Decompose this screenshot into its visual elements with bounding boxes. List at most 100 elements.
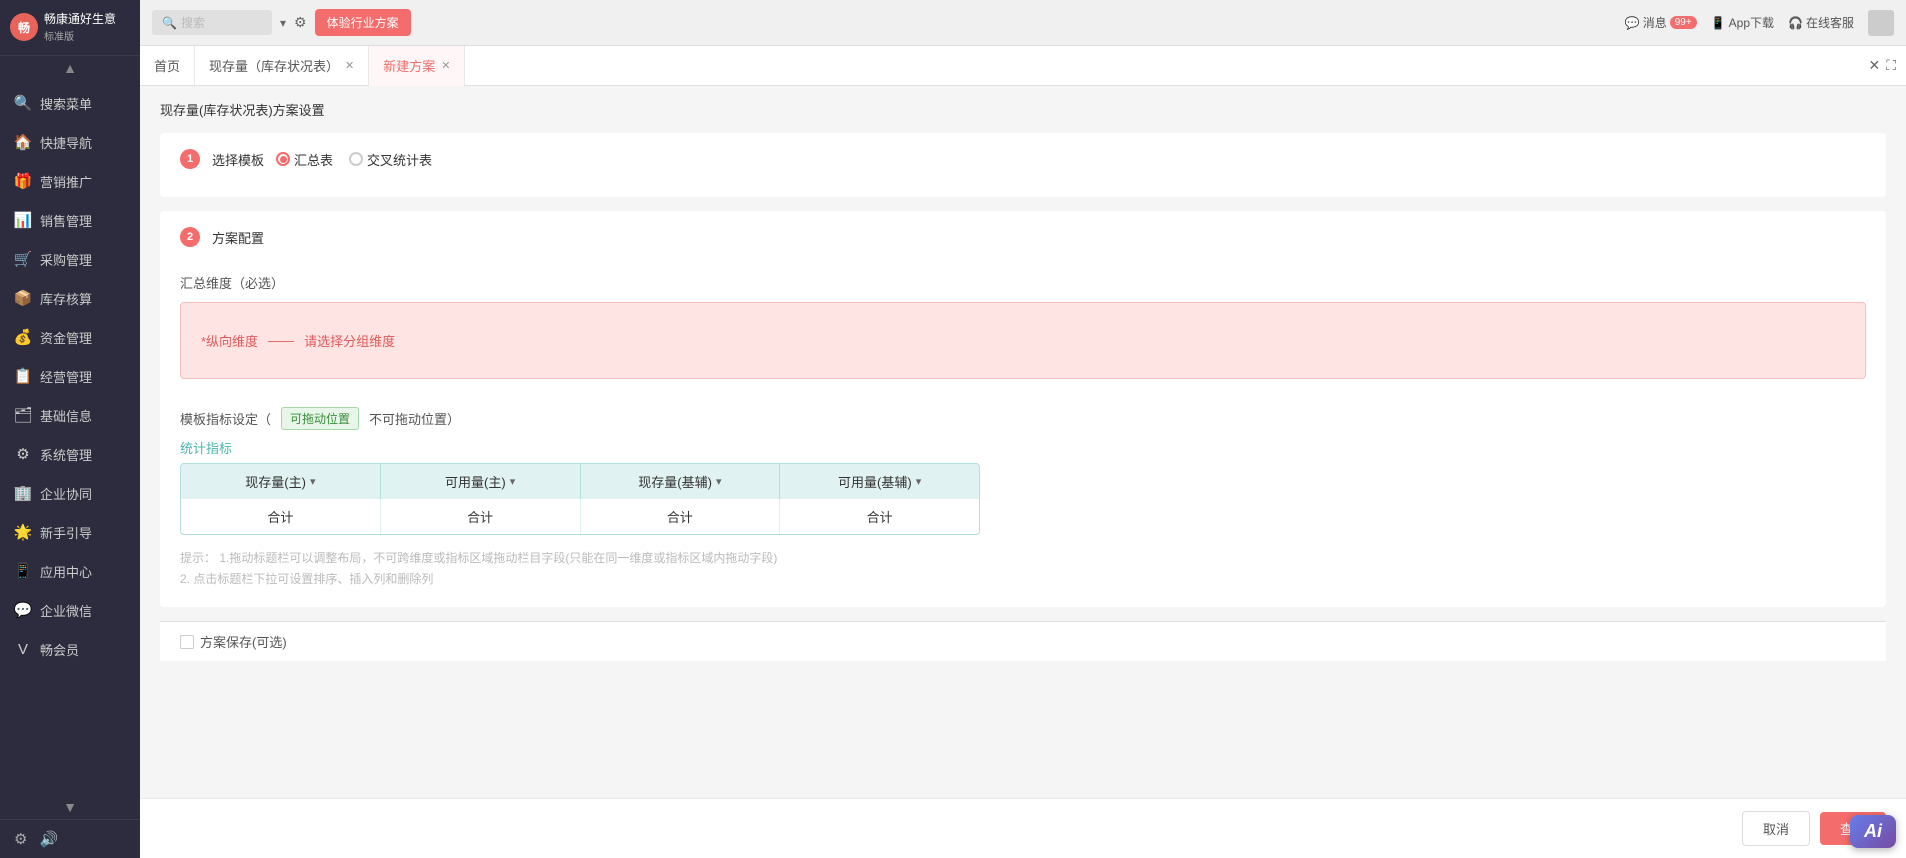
logo-icon: 畅 <box>10 13 38 41</box>
sidebar-item-operations[interactable]: 📋经营管理 <box>0 357 140 396</box>
sidebar-nav: 🔍 搜索菜单 🏠快捷导航 🎁 营销推广 📊销售管理🛒采购管理📦库存核算💰资金管理📋经营管理… <box>0 80 140 795</box>
topbar-gear-icon[interactable]: ⚙ <box>294 14 307 31</box>
step1-badge: 1 <box>180 149 200 169</box>
sidebar-item-app-center[interactable]: 📱应用中心 <box>0 552 140 591</box>
radio-crosstab[interactable]: 交叉统计表 <box>349 150 432 169</box>
col-chevron-h3[interactable]: ▾ <box>716 475 722 488</box>
user-avatar[interactable] <box>1868 10 1894 36</box>
tab-inventory-status[interactable]: 现存量（库存状况表） ✕ <box>195 46 369 86</box>
stats-cell-0-1: 合计 <box>381 499 581 534</box>
tab-new-plan[interactable]: 新建方案 ✕ <box>369 46 465 86</box>
tabs-bar: 首页 现存量（库存状况表） ✕ 新建方案 ✕ ✕ ⛶ <box>140 46 1906 86</box>
step2-row: 2 方案配置 <box>180 227 1866 247</box>
checkbox-box[interactable] <box>180 635 194 649</box>
sidebar-label-search-menu: 搜索菜单 <box>40 94 92 113</box>
sidebar-icon-system-mgmt: ⚙ <box>14 445 32 463</box>
stats-col-label-h4: 可用量(基辅) <box>838 472 912 491</box>
sidebar-item-enterprise[interactable]: 🏢企业协同 <box>0 474 140 513</box>
tab-expand-icon[interactable]: ⛶ <box>1886 57 1896 74</box>
tab-close-new-plan[interactable]: ✕ <box>441 59 450 72</box>
sidebar-bottom: ⚙ 🔊 <box>0 819 140 858</box>
sidebar-item-vip[interactable]: V 畅会员 <box>0 630 140 669</box>
sidebar-scroll-down[interactable]: ▼ <box>0 795 140 819</box>
topbar-search[interactable]: 🔍 搜索 <box>152 10 272 35</box>
sidebar-item-wechat[interactable]: 💬企业微信 <box>0 591 140 630</box>
sidebar-label-marketing: 营销推广 <box>40 172 92 191</box>
sidebar-label-vip: 畅会员 <box>40 640 79 659</box>
sidebar-item-basic-info[interactable]: 🗂基础信息 <box>0 396 140 435</box>
tab-label-new-plan: 新建方案 <box>383 56 435 75</box>
sidebar-logo: 畅 畅康通好生意 标准版 <box>0 0 140 56</box>
stats-col-label-h2: 可用量(主) <box>445 472 506 491</box>
messages-badge: 99+ <box>1670 16 1697 29</box>
topbar-right: 💬 消息 99+ 📱 App下载 🎧 在线客服 <box>1625 10 1894 36</box>
sidebar-item-quick-nav[interactable]: 🏠快捷导航 <box>0 123 140 162</box>
metrics-config: 模板指标设定（ 可拖动位置 不可拖动位置） 统计指标 现存量(主) ▾ 可用量(… <box>180 407 1866 587</box>
sidebar-item-sales-mgmt[interactable]: 📊销售管理 <box>0 201 140 240</box>
settings-icon[interactable]: ⚙ <box>14 830 27 848</box>
stats-col-label-h3: 现存量(基辅) <box>638 472 712 491</box>
sidebar-label-sales-mgmt: 销售管理 <box>40 211 92 230</box>
sidebar-icon-vip: V <box>14 640 32 658</box>
col-chevron-h2[interactable]: ▾ <box>510 475 516 488</box>
draggable-tag: 可拖动位置 <box>281 407 359 430</box>
tip2: 2. 点击标题栏下拉可设置排序、插入列和删除列 <box>180 570 1866 587</box>
footer-bar: 方案保存(可选) <box>160 621 1886 661</box>
stats-col-h2[interactable]: 可用量(主) ▾ <box>381 464 581 499</box>
sidebar-icon-search-menu: 🔍 <box>14 94 32 112</box>
tab-close-inventory-status[interactable]: ✕ <box>345 59 354 72</box>
sidebar-item-marketing[interactable]: 🎁 营销推广 <box>0 162 140 201</box>
trial-btn[interactable]: 体验行业方案 <box>315 9 411 36</box>
action-bar: 取消 查询 <box>140 798 1906 858</box>
sidebar-label-app-center: 应用中心 <box>40 562 92 581</box>
sidebar-item-system-mgmt[interactable]: ⚙系统管理 <box>0 435 140 474</box>
sidebar-icon-basic-info: 🗂 <box>14 406 32 424</box>
radio-label-summary: 汇总表 <box>294 150 333 169</box>
sidebar-label-inventory: 库存核算 <box>40 289 92 308</box>
ai-badge[interactable]: Ai <box>1850 815 1896 848</box>
step1-label: 选择模板 <box>212 150 264 169</box>
tab-label-inventory-status: 现存量（库存状况表） <box>209 56 339 75</box>
sidebar-item-inventory[interactable]: 📦库存核算 <box>0 279 140 318</box>
col-chevron-h1[interactable]: ▾ <box>310 475 316 488</box>
stats-cell-0-2: 合计 <box>581 499 781 534</box>
app-download-item[interactable]: 📱 App下载 <box>1711 14 1774 31</box>
step2-label: 方案配置 <box>212 228 264 247</box>
stats-table-header: 现存量(主) ▾ 可用量(主) ▾ 现存量(基辅) ▾ 可用量(基辅) ▾ <box>181 464 979 499</box>
sidebar-label-operations: 经营管理 <box>40 367 92 386</box>
tab-label-home: 首页 <box>154 56 180 75</box>
sidebar-item-purchase-mgmt[interactable]: 🛒采购管理 <box>0 240 140 279</box>
dim-placeholder: 请选择分组维度 <box>304 331 395 350</box>
col-chevron-h4[interactable]: ▾ <box>916 475 922 488</box>
radio-summary[interactable]: 汇总表 <box>276 150 333 169</box>
search-icon: 🔍 <box>162 16 177 30</box>
save-option-checkbox[interactable]: 方案保存(可选) <box>180 632 287 651</box>
stats-table: 现存量(主) ▾ 可用量(主) ▾ 现存量(基辅) ▾ 可用量(基辅) ▾ 合计… <box>180 463 980 535</box>
tab-close-icon[interactable]: ✕ <box>1868 57 1880 74</box>
tip1: 提示： 1.拖动标题栏可以调整布局，不可跨维度或指标区域拖动栏目字段(只能在同一… <box>180 549 1866 566</box>
sidebar: 畅 畅康通好生意 标准版 ▲ 🔍 搜索菜单 🏠快捷导航 🎁 营销推广 📊销售管理🛒采购管理… <box>0 0 140 858</box>
dim-arrow: —— <box>268 333 294 348</box>
sidebar-icon-purchase-mgmt: 🛒 <box>14 250 32 268</box>
messages-item[interactable]: 💬 消息 99+ <box>1625 14 1697 31</box>
topbar-dropdown-icon[interactable]: ▾ <box>280 16 286 30</box>
sidebar-icon-marketing: 🎁 <box>14 172 32 190</box>
cancel-button[interactable]: 取消 <box>1742 811 1810 846</box>
audio-icon[interactable]: 🔊 <box>39 830 58 848</box>
stats-col-h1[interactable]: 现存量(主) ▾ <box>181 464 381 499</box>
tips-section: 提示： 1.拖动标题栏可以调整布局，不可跨维度或指标区域拖动栏目字段(只能在同一… <box>180 549 1866 587</box>
stats-col-h4[interactable]: 可用量(基辅) ▾ <box>780 464 979 499</box>
sidebar-item-search-menu[interactable]: 🔍 搜索菜单 <box>0 84 140 123</box>
headset-icon: 🎧 <box>1788 16 1803 30</box>
stats-col-h3[interactable]: 现存量(基辅) ▾ <box>581 464 781 499</box>
sidebar-label-enterprise: 企业协同 <box>40 484 92 503</box>
dim-required-label: *纵向维度 <box>201 331 258 350</box>
sidebar-item-finance[interactable]: 💰资金管理 <box>0 318 140 357</box>
tab-home[interactable]: 首页 <box>140 46 195 86</box>
sidebar-item-new-guide[interactable]: 🌟新手引导 <box>0 513 140 552</box>
dimension-box[interactable]: *纵向维度 —— 请选择分组维度 <box>180 302 1866 379</box>
online-service-item[interactable]: 🎧 在线客服 <box>1788 14 1854 31</box>
sidebar-icon-wechat: 💬 <box>14 601 32 619</box>
sidebar-scroll-up[interactable]: ▲ <box>0 56 140 80</box>
template-radio-group: 汇总表 交叉统计表 <box>276 150 432 169</box>
